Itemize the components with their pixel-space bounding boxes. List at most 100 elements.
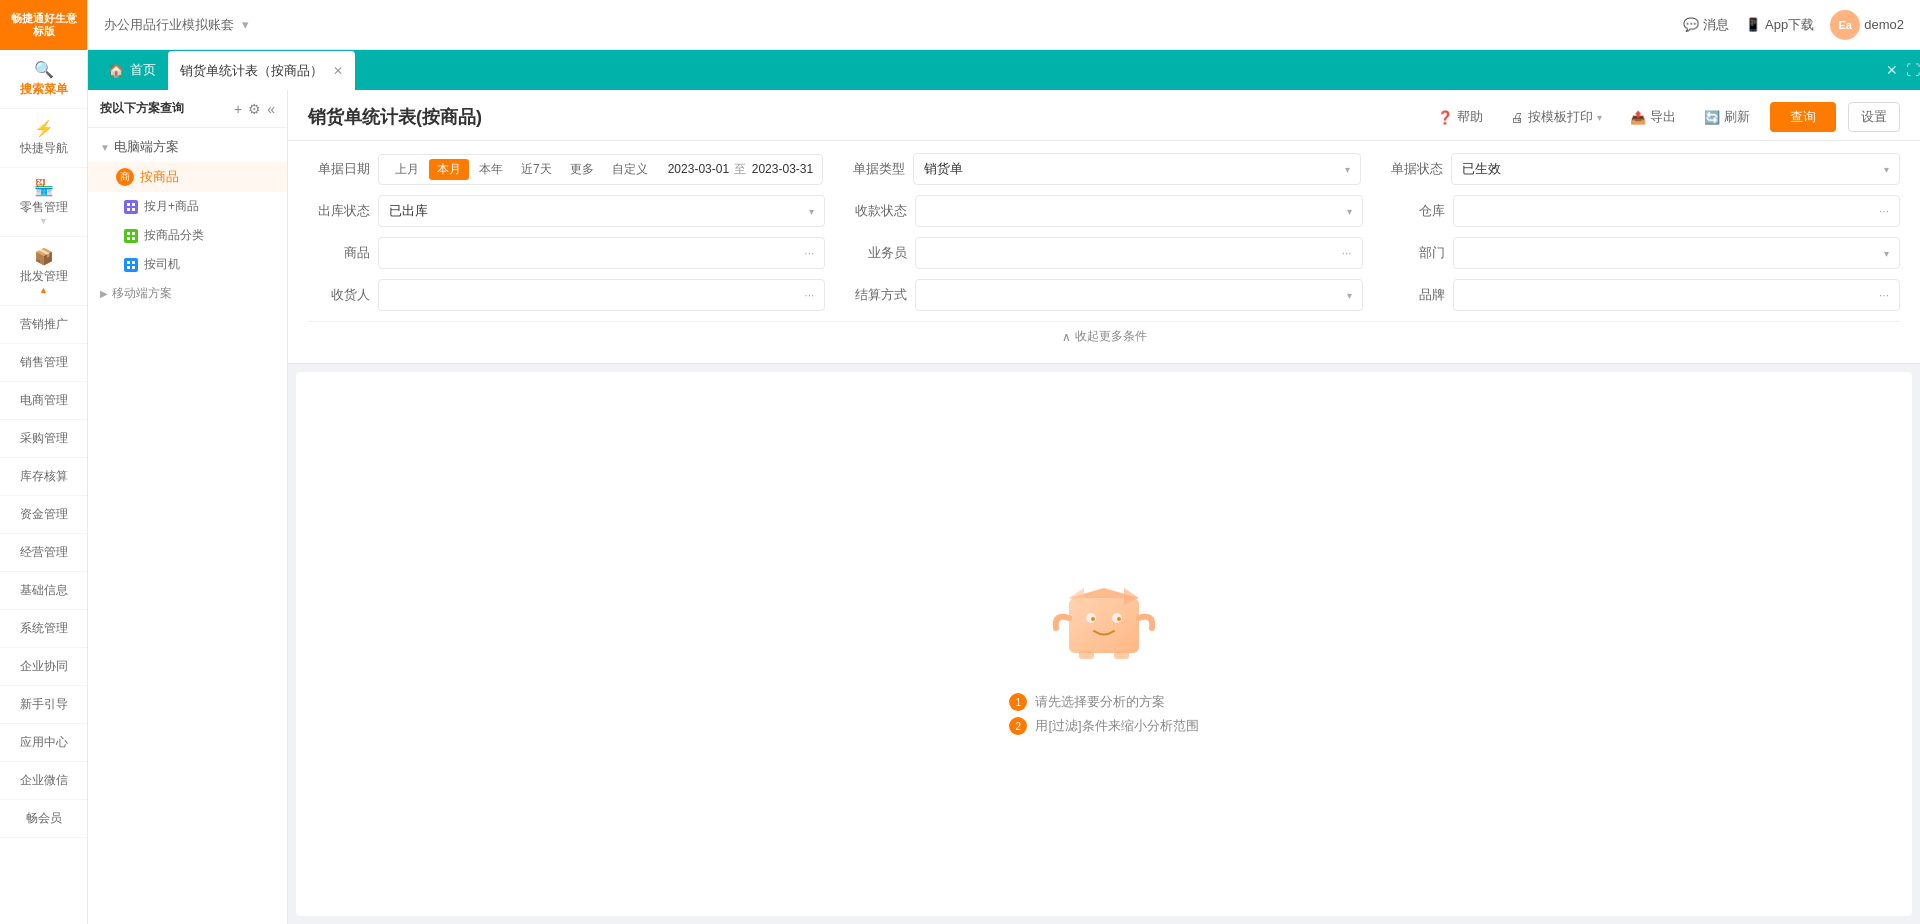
industry-name[interactable]: 办公用品行业模拟账套 [104,16,234,34]
recipient-field[interactable]: ··· [378,279,825,311]
sidebar-item-enterprise[interactable]: 企业协同 [0,648,87,686]
refresh-label: 刷新 [1724,108,1750,126]
svg-rect-9 [132,261,135,264]
svg-rect-4 [127,232,130,235]
window-close-icon[interactable]: ✕ [1886,62,1898,78]
doc-status-field[interactable]: 已生效 ▾ [1451,153,1900,185]
sidebar-item-operations[interactable]: 经营管理 [0,534,87,572]
sidebar-item-sales[interactable]: 销售管理 [0,344,87,382]
tree-item-by-category[interactable]: 按商品分类 [88,221,287,250]
brand-field[interactable]: ··· [1453,279,1900,311]
payment-status-field[interactable]: ▾ [915,195,1362,227]
sidebar-item-ecommerce[interactable]: 电商管理 [0,382,87,420]
purchase-label: 采购管理 [20,430,68,447]
svg-rect-6 [127,237,130,240]
settings-scheme-btn[interactable]: ⚙ [248,101,261,117]
warehouse-label: 仓库 [1383,202,1453,220]
brand-dots: ··· [1879,288,1889,302]
tree-item-by-product[interactable]: 商 按商品 [88,162,287,192]
sidebar-item-wholesale[interactable]: 📦 批发管理 ▲ [0,237,87,306]
product-field[interactable]: ··· [378,237,825,269]
export-btn[interactable]: 📤 导出 [1622,104,1684,130]
department-dropdown-icon: ▾ [1884,248,1889,259]
retail-arrow: ▼ [39,216,48,226]
sidebar-item-quicknav[interactable]: ⚡ 快捷导航 [0,109,87,168]
settlement-field[interactable]: ▾ [915,279,1362,311]
department-label: 部门 [1383,244,1453,262]
date-pill-last-month[interactable]: 上月 [387,159,427,180]
settings-btn[interactable]: 设置 [1848,102,1900,132]
date-from: 2023-03-01 [668,162,729,176]
wholesale-arrow: ▲ [39,285,48,295]
svg-rect-1 [132,203,135,206]
sidebar-item-search[interactable]: 🔍 搜索菜单 [0,50,87,109]
by-month-icon [124,200,138,214]
sidebar-item-wechat[interactable]: 企业微信 [0,762,87,800]
topbar-right: 💬 消息 📱 App下载 Ea demo2 [1683,10,1904,40]
sidebar-item-apps[interactable]: 应用中心 [0,724,87,762]
export-icon: 📤 [1630,110,1646,125]
salesperson-field[interactable]: ··· [915,237,1362,269]
svg-rect-8 [127,261,130,264]
doc-type-value: 销货单 [924,160,1338,178]
tree-group-mobile[interactable]: ▶ 移动端方案 [88,279,287,308]
tree-group-pc[interactable]: ▼ 电脑端方案 [88,132,287,162]
tab-sales-stats[interactable]: 销货单统计表（按商品） ✕ [168,51,355,91]
date-pill-more[interactable]: 更多 [562,159,602,180]
collapse-panel-btn[interactable]: « [267,101,275,117]
warehouse-field[interactable]: ··· [1453,195,1900,227]
print-btn[interactable]: 🖨 按模板打印 ▾ [1503,104,1610,130]
tree-item-by-warehouse[interactable]: 按司机 [88,250,287,279]
sidebar-item-marketing[interactable]: 营销推广 [0,306,87,344]
doc-type-field[interactable]: 销货单 ▾ [913,153,1362,185]
brand-label: 品牌 [1383,286,1453,304]
topbar: 办公用品行业模拟账套 ▾ 💬 消息 📱 App下载 Ea demo2 [88,0,1920,50]
by-month-product-label: 按月+商品 [144,198,199,215]
sidebar-item-system[interactable]: 系统管理 [0,610,87,648]
department-field[interactable]: ▾ [1453,237,1900,269]
tip-num-1: 1 [1009,693,1027,711]
sidebar-item-finance[interactable]: 资金管理 [0,496,87,534]
message-label: 消息 [1703,16,1729,34]
left-panel-title: 按以下方案查询 [100,100,184,117]
refresh-btn[interactable]: 🔄 刷新 [1696,104,1758,130]
sidebar-item-basic[interactable]: 基础信息 [0,572,87,610]
page-header: 销货单统计表(按商品) ❓ 帮助 🖨 按模板打印 ▾ 📤 导出 [288,90,1920,141]
tab-home[interactable]: 🏠 首页 [96,50,168,90]
svg-rect-18 [1114,651,1129,659]
by-category-icon [124,229,138,243]
industry-dropdown-icon[interactable]: ▾ [242,17,249,32]
sidebar-item-inventory[interactable]: 库存核算 [0,458,87,496]
help-btn[interactable]: ❓ 帮助 [1429,104,1491,130]
sidebar-item-purchase[interactable]: 采购管理 [0,420,87,458]
doc-status-label: 单据状态 [1381,160,1451,178]
date-pill-custom[interactable]: 自定义 [604,159,656,180]
stock-status-field[interactable]: 已出库 ▾ [378,195,825,227]
date-pill-this-year[interactable]: 本年 [471,159,511,180]
sidebar-item-newbie[interactable]: 新手引导 [0,686,87,724]
date-filter[interactable]: 上月 本月 本年 近7天 更多 自定义 2023-03-01 至 2023-03… [378,154,823,185]
query-btn[interactable]: 查询 [1770,102,1836,132]
tree-item-by-month-product[interactable]: 按月+商品 [88,192,287,221]
left-panel-actions: + ⚙ « [234,101,275,117]
message-btn[interactable]: 💬 消息 [1683,16,1729,34]
date-pill-this-month[interactable]: 本月 [429,159,469,180]
empty-tip-1: 1 请先选择要分析的方案 [1009,693,1198,711]
app-logo[interactable]: 畅捷通好生意 标版 [0,0,87,50]
product-label: 商品 [308,244,378,262]
date-pill-7days[interactable]: 近7天 [513,159,560,180]
help-icon: ❓ [1437,110,1453,125]
user-menu[interactable]: Ea demo2 [1830,10,1904,40]
tab-home-label: 首页 [130,61,156,79]
collapse-btn[interactable]: ∧ 收起更多条件 [308,321,1900,351]
tab-close-icon[interactable]: ✕ [333,64,343,78]
basic-label: 基础信息 [20,582,68,599]
tree-section: ▼ 电脑端方案 商 按商品 按月+商品 按商品 [88,128,287,312]
sidebar-item-retail[interactable]: 🏪 零售管理 ▼ [0,168,87,237]
sidebar-item-member[interactable]: 畅会员 [0,800,87,838]
print-dropdown-icon: ▾ [1597,112,1602,123]
window-maximize-icon[interactable]: ⛶ [1906,62,1920,78]
app-download-btn[interactable]: 📱 App下载 [1745,16,1814,34]
recipient-dots: ··· [804,288,814,302]
add-scheme-btn[interactable]: + [234,101,242,117]
